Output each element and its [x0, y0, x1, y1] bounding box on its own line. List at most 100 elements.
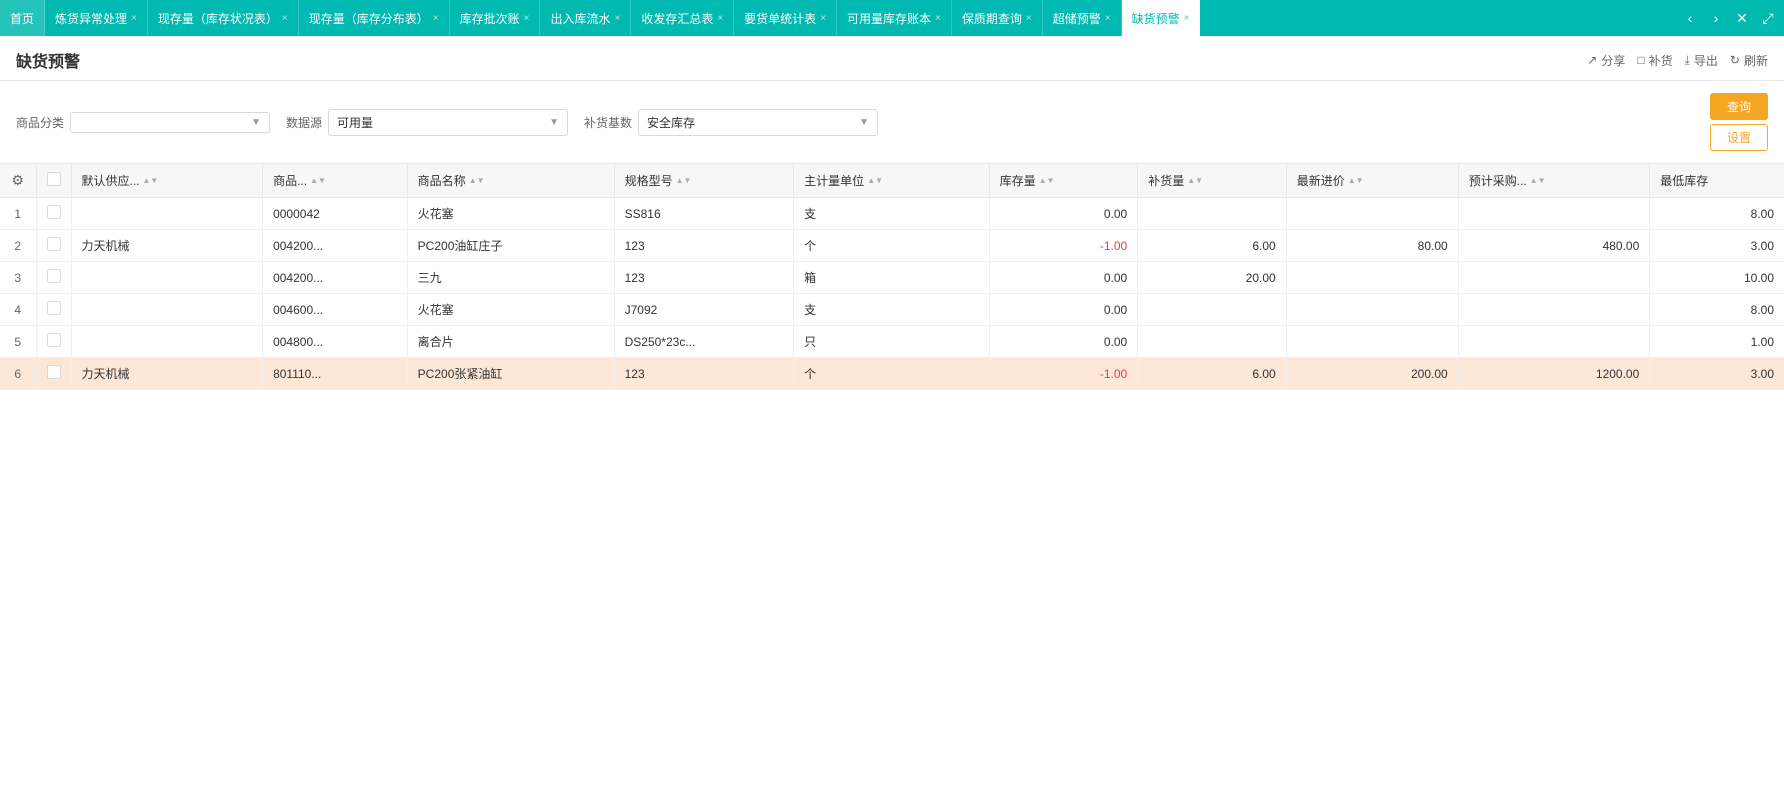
sort-icon: ▲▼	[1530, 177, 1546, 185]
chevron-down-icon: ▼	[549, 117, 559, 128]
row-spec: 123	[614, 262, 794, 294]
th-unit: 主计量单位 ▲▼	[794, 164, 990, 198]
nav-tab-batch[interactable]: 库存批次账 ×	[450, 0, 541, 36]
close-icon[interactable]: ×	[524, 13, 530, 24]
row-stock: -1.00	[989, 358, 1138, 390]
row-checkbox[interactable]	[47, 333, 61, 347]
nav-tab-stock2[interactable]: 现存量（库存分布表） ×	[299, 0, 450, 36]
row-checkbox[interactable]	[47, 365, 61, 379]
th-supplier: 默认供应... ▲▼	[71, 164, 263, 198]
row-name: 三九	[407, 262, 614, 294]
sort-icon: ▲▼	[676, 177, 692, 185]
row-code: 004200...	[263, 230, 408, 262]
nav-tab-overstock[interactable]: 超储预警 ×	[1043, 0, 1122, 36]
row-spec: 123	[614, 230, 794, 262]
row-supplier: 力天机械	[71, 230, 263, 262]
close-icon[interactable]: ×	[131, 13, 137, 24]
row-est-purchase	[1458, 294, 1650, 326]
row-replenish	[1138, 198, 1287, 230]
nav-expand-button[interactable]: ⤢	[1756, 6, 1780, 30]
close-icon[interactable]: ×	[1184, 13, 1190, 24]
commodity-category-label: 商品分类	[16, 114, 64, 131]
close-icon[interactable]: ×	[935, 13, 941, 24]
row-checkbox[interactable]	[47, 301, 61, 315]
nav-next-button[interactable]: ›	[1704, 6, 1728, 30]
row-est-purchase: 1200.00	[1458, 358, 1650, 390]
th-est-purchase: 预计采购... ▲▼	[1458, 164, 1650, 198]
row-name: PC200张紧油缸	[407, 358, 614, 390]
chevron-down-icon: ▼	[859, 117, 869, 128]
close-icon[interactable]: ×	[820, 13, 826, 24]
row-replenish	[1138, 326, 1287, 358]
row-code: 004200...	[263, 262, 408, 294]
row-checkbox-cell	[36, 294, 71, 326]
row-code: 801110...	[263, 358, 408, 390]
row-stock: 0.00	[989, 262, 1138, 294]
share-icon: ↗	[1587, 53, 1597, 67]
nav-tab-flow[interactable]: 出入库流水 ×	[540, 0, 631, 36]
nav-prev-button[interactable]: ‹	[1678, 6, 1702, 30]
row-replenish: 6.00	[1138, 230, 1287, 262]
refresh-icon: ↻	[1730, 53, 1740, 67]
row-min-stock: 3.00	[1650, 230, 1784, 262]
nav-tab-order-stat[interactable]: 要货单统计表 ×	[734, 0, 837, 36]
row-unit: 只	[794, 326, 990, 358]
row-checkbox[interactable]	[47, 205, 61, 219]
close-icon[interactable]: ×	[717, 13, 723, 24]
row-supplier	[71, 198, 263, 230]
row-spec: 123	[614, 358, 794, 390]
nav-tab-home[interactable]: 首页	[0, 0, 45, 36]
row-spec: SS816	[614, 198, 794, 230]
th-stock: 库存量 ▲▼	[989, 164, 1138, 198]
close-icon[interactable]: ×	[614, 13, 620, 24]
sort-icon: ▲▼	[867, 177, 883, 185]
row-name: 火花塞	[407, 198, 614, 230]
close-icon[interactable]: ×	[1026, 13, 1032, 24]
nav-tab-summary[interactable]: 收发存汇总表 ×	[631, 0, 734, 36]
row-index: 4	[0, 294, 36, 326]
sort-icon: ▲▼	[1039, 177, 1055, 185]
settings-icon[interactable]: ⚙	[11, 172, 24, 188]
chevron-down-icon: ▼	[251, 117, 261, 128]
row-checkbox-cell	[36, 198, 71, 230]
settings-button[interactable]: 设置	[1710, 124, 1768, 151]
export-icon: ⤓	[1685, 53, 1690, 68]
nav-tab-refine[interactable]: 炼货异常处理 ×	[45, 0, 148, 36]
replenishment-basis-group: 补货基数 安全库存 ▼	[584, 109, 878, 136]
row-latest-price	[1286, 198, 1458, 230]
row-replenish: 6.00	[1138, 358, 1287, 390]
close-icon[interactable]: ×	[282, 13, 288, 24]
select-all-checkbox[interactable]	[47, 172, 61, 186]
row-name: 离合片	[407, 326, 614, 358]
row-checkbox[interactable]	[47, 269, 61, 283]
commodity-category-select[interactable]: ▼	[70, 112, 270, 133]
nav-tab-stock1[interactable]: 现存量（库存状况表） ×	[148, 0, 299, 36]
table-row: 2 力天机械 004200... PC200油缸庄子 123 个 -1.00 6…	[0, 230, 1784, 262]
row-checkbox-cell	[36, 358, 71, 390]
row-code: 0000042	[263, 198, 408, 230]
commodity-category-group: 商品分类 ▼	[16, 112, 270, 133]
close-icon[interactable]: ×	[1105, 13, 1111, 24]
row-latest-price	[1286, 326, 1458, 358]
nav-close-button[interactable]: ✕	[1730, 6, 1754, 30]
row-checkbox-cell	[36, 326, 71, 358]
th-name: 商品名称 ▲▼	[407, 164, 614, 198]
export-button[interactable]: ⤓ 导出	[1685, 52, 1718, 69]
row-unit: 支	[794, 198, 990, 230]
refresh-button[interactable]: ↻ 刷新	[1730, 52, 1768, 69]
data-source-select[interactable]: 可用量 ▼	[328, 109, 568, 136]
nav-tab-shortage[interactable]: 缺货预警 ×	[1122, 0, 1201, 36]
close-icon[interactable]: ×	[433, 13, 439, 24]
row-checkbox[interactable]	[47, 237, 61, 251]
nav-tab-expiry[interactable]: 保质期查询 ×	[952, 0, 1043, 36]
replenishment-basis-label: 补货基数	[584, 114, 632, 131]
share-button[interactable]: ↗ 分享	[1587, 52, 1625, 69]
row-checkbox-cell	[36, 262, 71, 294]
row-min-stock: 10.00	[1650, 262, 1784, 294]
nav-tab-available[interactable]: 可用量库存账本 ×	[837, 0, 952, 36]
row-supplier	[71, 262, 263, 294]
th-checkbox	[36, 164, 71, 198]
query-button[interactable]: 查询	[1710, 93, 1768, 120]
replenishment-basis-select[interactable]: 安全库存 ▼	[638, 109, 878, 136]
supplement-button[interactable]: □ 补货	[1637, 52, 1672, 69]
